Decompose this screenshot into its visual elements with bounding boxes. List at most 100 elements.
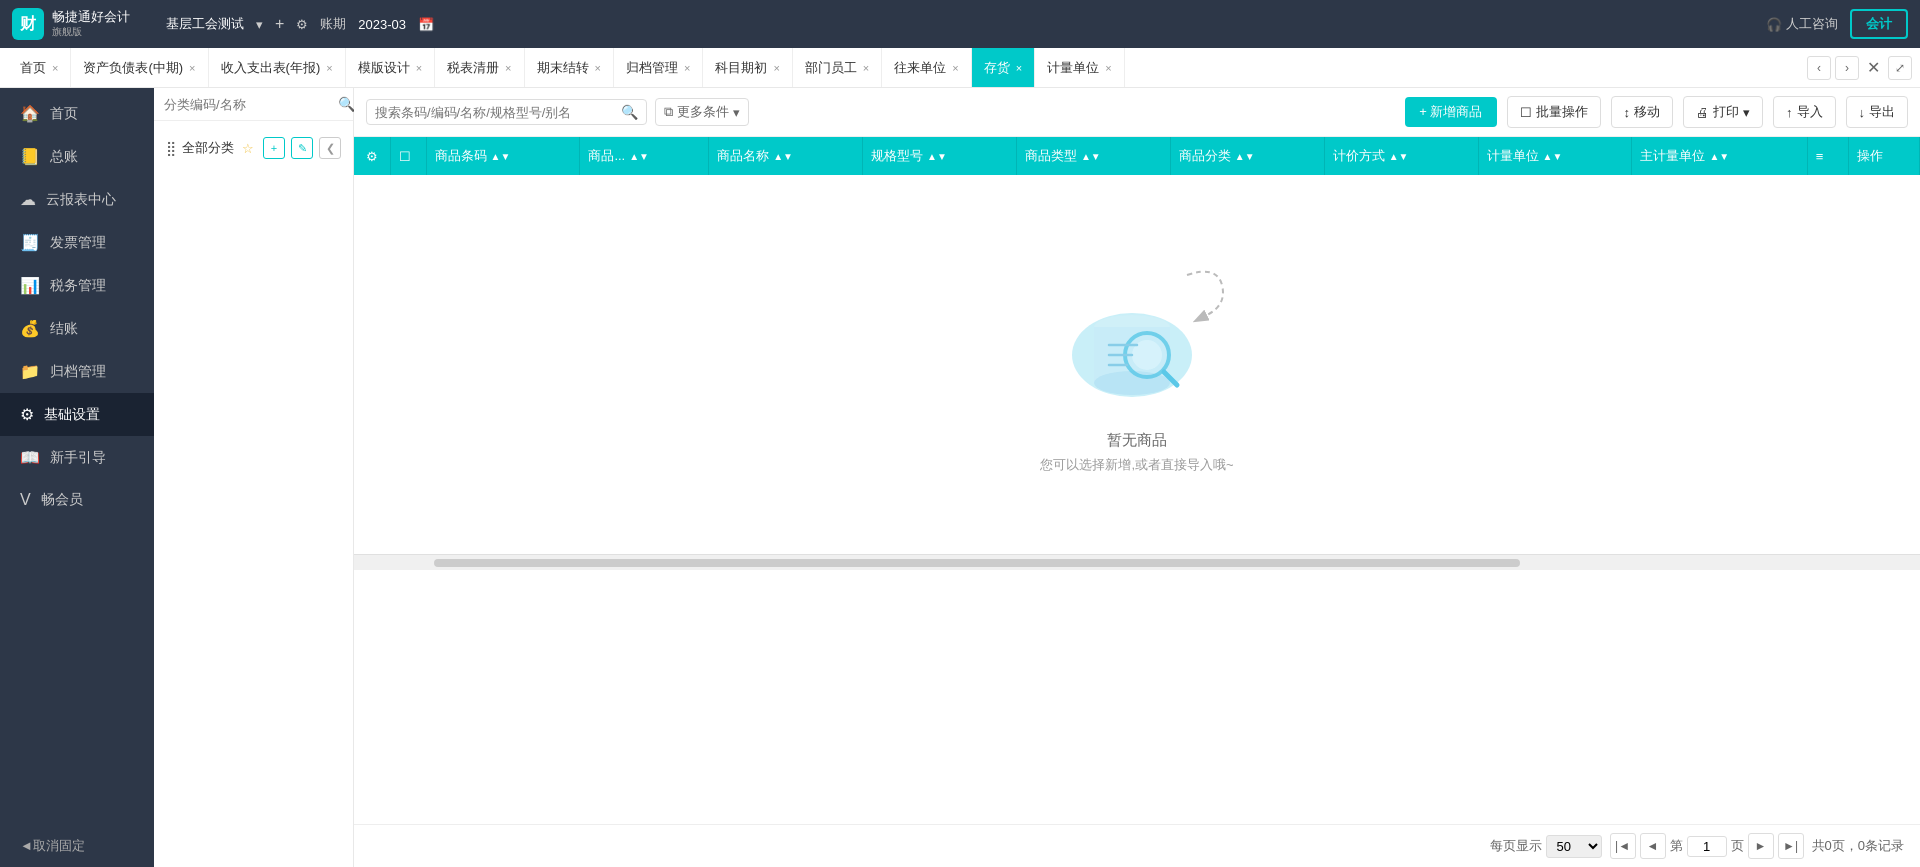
- tab-tax[interactable]: 税表清册 ×: [435, 48, 524, 88]
- per-page-select[interactable]: 50 100 200: [1546, 835, 1602, 858]
- sidebar-item-settings[interactable]: ⚙ 基础设置: [0, 393, 154, 436]
- sidebar-item-guide[interactable]: 📖 新手引导: [0, 436, 154, 479]
- sidebar-label-home: 首页: [50, 105, 78, 123]
- tab-close-department[interactable]: ×: [863, 62, 869, 74]
- print-button[interactable]: 🖨 打印 ▾: [1683, 96, 1763, 128]
- tab-partners[interactable]: 往来单位 ×: [882, 48, 971, 88]
- tab-close-tax[interactable]: ×: [505, 62, 511, 74]
- more-conditions-button[interactable]: ⧉ 更多条件 ▾: [655, 98, 749, 126]
- category-search-input[interactable]: [164, 97, 332, 112]
- next-page-button[interactable]: ►: [1748, 833, 1774, 859]
- page-suffix: 页: [1731, 837, 1744, 855]
- print-dropdown-icon: ▾: [1743, 105, 1750, 120]
- tab-close-period-end[interactable]: ×: [595, 62, 601, 74]
- service-button[interactable]: 🎧 人工咨询: [1766, 15, 1838, 33]
- logo-area: 财 畅捷通好会计 旗舰版: [12, 8, 166, 40]
- sidebar-unpin-button[interactable]: ◄取消固定: [0, 825, 154, 867]
- batch-operation-button[interactable]: ☐ 批量操作: [1507, 96, 1601, 128]
- col-header-gear[interactable]: ⚙: [354, 137, 390, 175]
- sidebar-item-ledger[interactable]: 📒 总账: [0, 135, 154, 178]
- tab-subject[interactable]: 科目期初 ×: [703, 48, 792, 88]
- col-header-check[interactable]: ☐: [390, 137, 426, 175]
- tab-homepage[interactable]: 首页 ×: [8, 48, 71, 88]
- product-search-input[interactable]: [375, 105, 615, 120]
- sidebar-item-member[interactable]: V 畅会员: [0, 479, 154, 521]
- sidebar-label-member: 畅会员: [41, 491, 83, 509]
- add-product-button[interactable]: + 新增商品: [1405, 97, 1496, 127]
- empty-title: 暂无商品: [1107, 431, 1167, 450]
- sidebar-item-reports[interactable]: ☁ 云报表中心: [0, 178, 154, 221]
- tab-close-all-button[interactable]: ✕: [1867, 58, 1880, 77]
- tab-template[interactable]: 模版设计 ×: [346, 48, 435, 88]
- tab-close-inventory[interactable]: ×: [1016, 62, 1022, 74]
- print-icon: 🖨: [1696, 105, 1709, 120]
- col-header-name[interactable]: 商品名称 ▲▼: [709, 137, 863, 175]
- category-add-button[interactable]: +: [263, 137, 285, 159]
- tab-close-income[interactable]: ×: [326, 62, 332, 74]
- move-button[interactable]: ↕ 移动: [1611, 96, 1674, 128]
- category-collapse-button[interactable]: ❮: [319, 137, 341, 159]
- home-icon: 🏠: [20, 104, 40, 123]
- tab-close-archive[interactable]: ×: [684, 62, 690, 74]
- top-header: 财 畅捷通好会计 旗舰版 基层工会测试 ▾ + ⚙ 账期 2023-03 📅 🎧…: [0, 0, 1920, 48]
- col-header-code[interactable]: 商品... ▲▼: [580, 137, 709, 175]
- tab-close-partners[interactable]: ×: [952, 62, 958, 74]
- category-edit-button[interactable]: ✎: [291, 137, 313, 159]
- col-header-type[interactable]: 商品类型 ▲▼: [1016, 137, 1170, 175]
- calendar-icon[interactable]: 📅: [418, 17, 434, 32]
- sidebar-label-closing: 结账: [50, 320, 78, 338]
- account-button[interactable]: 会计: [1850, 9, 1908, 39]
- sort-category-icon: ▲▼: [1235, 151, 1255, 162]
- sidebar-item-home[interactable]: 🏠 首页: [0, 92, 154, 135]
- tax-icon: 📊: [20, 276, 40, 295]
- last-page-button[interactable]: ►|: [1778, 833, 1804, 859]
- sort-barcode-icon: ▲▼: [491, 151, 511, 162]
- tab-close-homepage[interactable]: ×: [52, 62, 58, 74]
- tab-close-unit[interactable]: ×: [1105, 62, 1111, 74]
- settings-icon[interactable]: ⚙: [296, 17, 308, 32]
- tab-close-template[interactable]: ×: [416, 62, 422, 74]
- tab-inventory[interactable]: 存货 ×: [972, 48, 1035, 88]
- tab-prev-button[interactable]: ‹: [1807, 56, 1831, 80]
- col-header-barcode[interactable]: 商品条码 ▲▼: [426, 137, 580, 175]
- import-button[interactable]: ↑ 导入: [1773, 96, 1836, 128]
- col-header-main-unit[interactable]: 主计量单位 ▲▼: [1632, 137, 1807, 175]
- col-header-price-method[interactable]: 计价方式 ▲▼: [1324, 137, 1478, 175]
- col-header-category[interactable]: 商品分类 ▲▼: [1170, 137, 1324, 175]
- pagination-bar: 每页显示 50 100 200 |◄ ◄ 第 页 ►: [354, 824, 1920, 867]
- tab-department[interactable]: 部门员工 ×: [793, 48, 882, 88]
- add-icon[interactable]: +: [275, 15, 284, 33]
- tab-close-balance[interactable]: ×: [189, 62, 195, 74]
- page-navigation: |◄ ◄ 第 页 ► ►|: [1610, 833, 1804, 859]
- tab-close-subject[interactable]: ×: [773, 62, 779, 74]
- tab-period-end[interactable]: 期末结转 ×: [525, 48, 614, 88]
- category-search-icon[interactable]: 🔍: [338, 96, 355, 112]
- first-page-button[interactable]: |◄: [1610, 833, 1636, 859]
- tab-navigation: ‹ › ✕ ⤢: [1807, 56, 1912, 80]
- horizontal-scrollbar[interactable]: [354, 554, 1920, 570]
- tab-balance[interactable]: 资产负债表(中期) ×: [71, 48, 208, 88]
- sidebar-item-closing[interactable]: 💰 结账: [0, 307, 154, 350]
- col-header-spec[interactable]: 规格型号 ▲▼: [863, 137, 1017, 175]
- sidebar-item-invoice[interactable]: 🧾 发票管理: [0, 221, 154, 264]
- tab-expand-button[interactable]: ⤢: [1888, 56, 1912, 80]
- table-header-row: ⚙ ☐ 商品条码 ▲▼ 商品..: [354, 137, 1920, 175]
- tab-next-button[interactable]: ›: [1835, 56, 1859, 80]
- tab-archive[interactable]: 归档管理 ×: [614, 48, 703, 88]
- sidebar-label-invoice: 发票管理: [50, 234, 106, 252]
- export-button[interactable]: ↓ 导出: [1846, 96, 1909, 128]
- product-search-icon[interactable]: 🔍: [621, 104, 638, 120]
- dropdown-icon[interactable]: ▾: [256, 17, 263, 32]
- sidebar-item-tax[interactable]: 📊 税务管理: [0, 264, 154, 307]
- category-all-item[interactable]: ⣿ 全部分类 ☆ + ✎ ❮: [154, 129, 353, 167]
- tab-unit[interactable]: 计量单位 ×: [1035, 48, 1124, 88]
- prev-page-button[interactable]: ◄: [1640, 833, 1666, 859]
- sidebar-item-archive[interactable]: 📁 归档管理: [0, 350, 154, 393]
- chevron-down-icon: ▾: [733, 105, 740, 120]
- col-header-extra[interactable]: ≡: [1807, 137, 1848, 175]
- tab-income[interactable]: 收入支出表(年报) ×: [209, 48, 346, 88]
- page-number-input[interactable]: [1687, 836, 1727, 857]
- company-name[interactable]: 基层工会测试: [166, 15, 244, 33]
- col-header-unit[interactable]: 计量单位 ▲▼: [1478, 137, 1632, 175]
- col-header-action: 操作: [1848, 137, 1919, 175]
